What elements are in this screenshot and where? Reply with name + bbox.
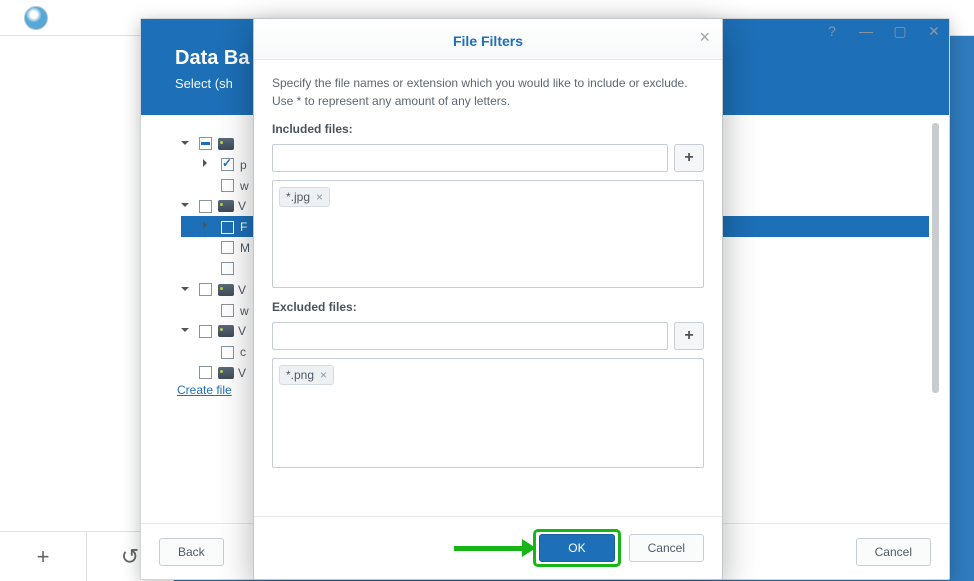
included-input[interactable] (272, 144, 668, 172)
tree-scrollbar[interactable] (932, 123, 939, 393)
excluded-add-button[interactable]: + (674, 322, 704, 350)
chip-remove-icon[interactable]: × (316, 190, 323, 204)
tree-label: M (240, 241, 250, 255)
dialog-intro-text: Specify the file names or extension whic… (272, 74, 704, 110)
dialog-title: File Filters (254, 19, 722, 60)
tree-checkbox[interactable] (199, 137, 212, 150)
included-section: Included files: + *.jpg × (272, 122, 704, 288)
cancel-button[interactable]: Cancel (629, 534, 704, 562)
dialog-close-icon[interactable]: × (699, 27, 710, 48)
tree-label: F (240, 220, 247, 234)
main-cancel-button[interactable]: Cancel (856, 538, 931, 566)
tree-checkbox[interactable] (221, 262, 234, 275)
chip-label: *.jpg (286, 190, 310, 204)
tree-checkbox[interactable] (199, 200, 212, 213)
tree-checkbox[interactable] (221, 241, 234, 254)
volume-icon (218, 200, 234, 212)
tree-label: c (240, 345, 246, 359)
tree-label: V (238, 283, 246, 297)
ok-highlight: OK (533, 529, 620, 567)
caret-icon[interactable] (181, 203, 189, 211)
create-file-filter-link[interactable]: Create file (177, 383, 232, 397)
maximize-icon[interactable]: ▢ (891, 23, 909, 40)
included-chipbox: *.jpg × (272, 180, 704, 288)
add-button[interactable]: + (0, 532, 87, 581)
tree-checkbox[interactable] (221, 179, 234, 192)
tree-label: V (238, 199, 246, 213)
chip-remove-icon[interactable]: × (320, 368, 327, 382)
included-add-button[interactable]: + (674, 144, 704, 172)
help-icon[interactable]: ? (823, 23, 841, 40)
tree-checkbox[interactable] (221, 346, 234, 359)
back-button[interactable]: Back (159, 538, 224, 566)
tree-checkbox[interactable] (221, 221, 234, 234)
tree-checkbox[interactable] (199, 325, 212, 338)
tree-label: V (238, 366, 246, 380)
caret-icon[interactable] (203, 159, 211, 167)
caret-icon[interactable] (203, 221, 211, 229)
excluded-section: Excluded files: + *.png × (272, 300, 704, 468)
tree-checkbox[interactable] (221, 158, 234, 171)
tree-checkbox[interactable] (221, 304, 234, 317)
ok-button[interactable]: OK (539, 534, 614, 562)
included-chip: *.jpg × (279, 187, 330, 207)
minimize-icon[interactable]: — (857, 23, 875, 40)
excluded-label: Excluded files: (272, 300, 704, 314)
tree-checkbox[interactable] (199, 283, 212, 296)
dialog-footer: OK Cancel (254, 516, 722, 579)
file-filters-dialog: × File Filters Specify the file names or… (253, 18, 723, 580)
chip-label: *.png (286, 368, 314, 382)
included-label: Included files: (272, 122, 704, 136)
window-controls: ? — ▢ ✕ (823, 23, 943, 40)
annotation-arrow (454, 539, 536, 557)
caret-icon[interactable] (181, 287, 189, 295)
volume-icon (218, 284, 234, 296)
tree-label: w (240, 178, 249, 192)
app-logo-icon (24, 6, 48, 30)
tree-label: w (240, 303, 249, 317)
volume-icon (218, 138, 234, 150)
tree-label: p (240, 158, 247, 172)
caret-icon[interactable] (181, 141, 189, 149)
excluded-chipbox: *.png × (272, 358, 704, 468)
excluded-chip: *.png × (279, 365, 334, 385)
tree-label: V (238, 324, 246, 338)
excluded-input[interactable] (272, 322, 668, 350)
volume-icon (218, 367, 234, 379)
volume-icon (218, 325, 234, 337)
caret-icon[interactable] (181, 328, 189, 336)
close-icon[interactable]: ✕ (925, 23, 943, 40)
tree-checkbox[interactable] (199, 366, 212, 379)
